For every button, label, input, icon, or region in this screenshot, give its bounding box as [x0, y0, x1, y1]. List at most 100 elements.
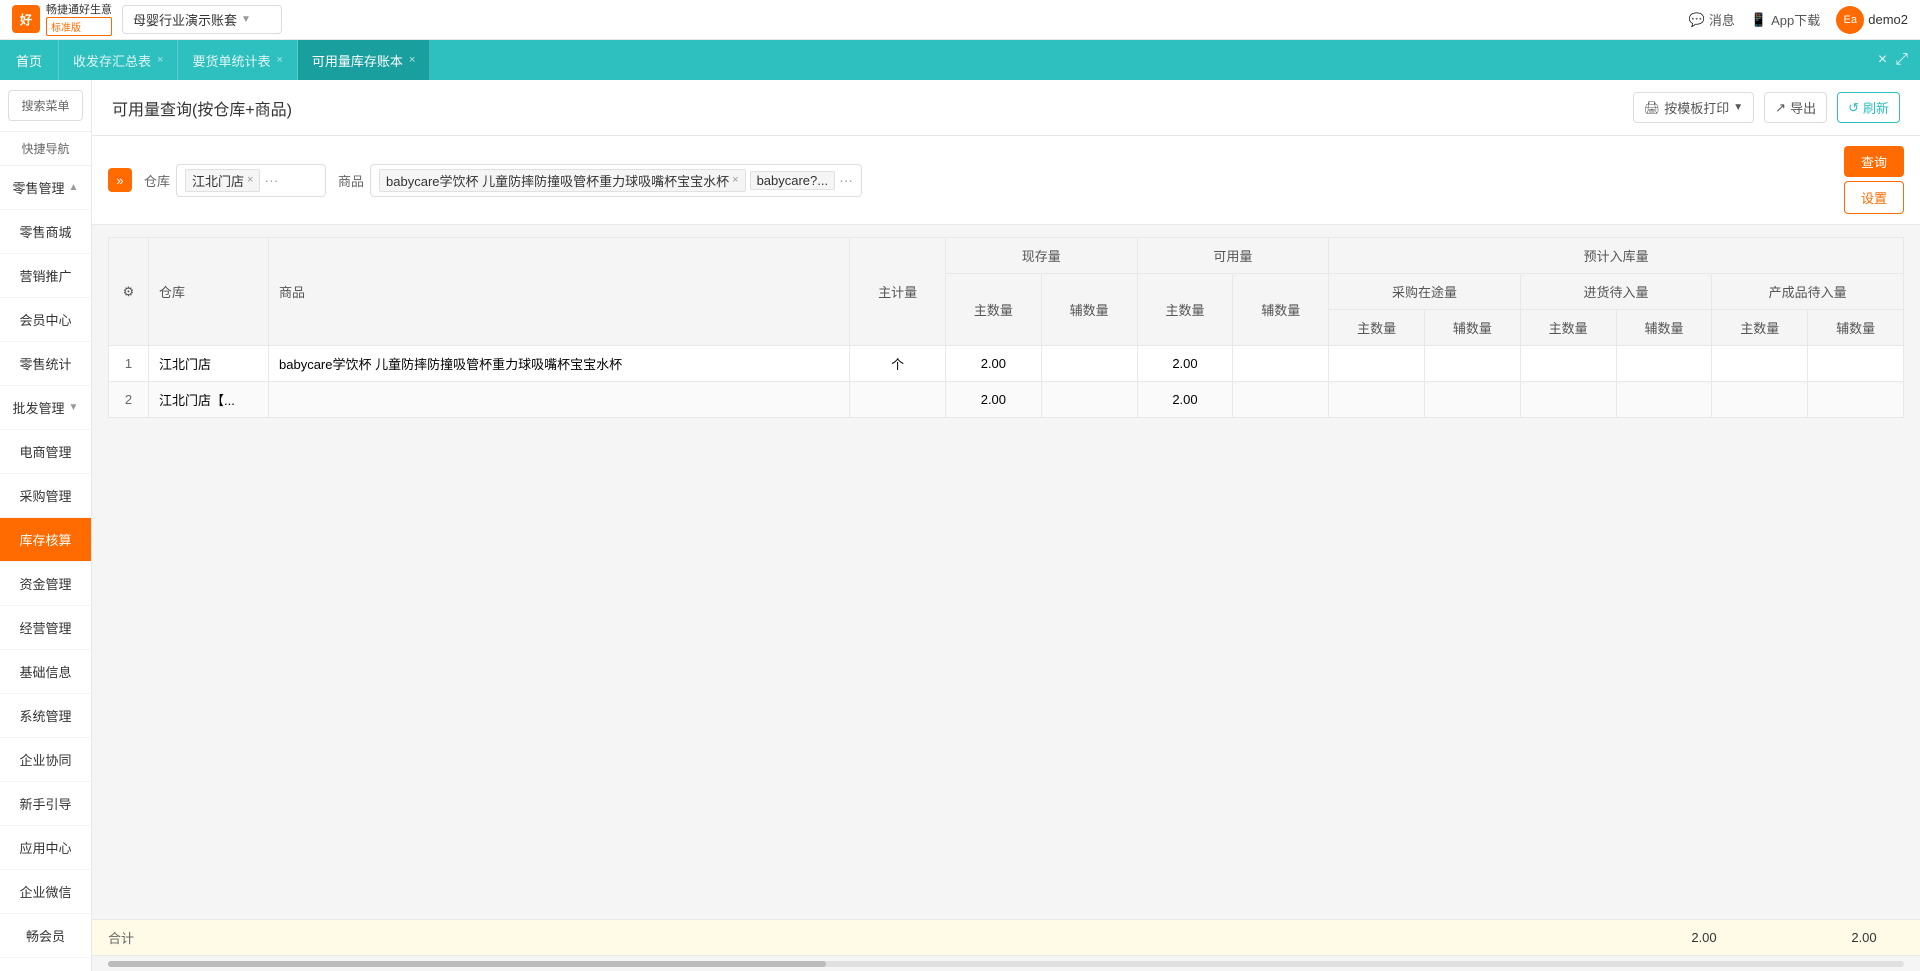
sidebar-item-member-center[interactable]: 会员中心	[0, 298, 91, 342]
sidebar-item-finance[interactable]: 资金管理	[0, 562, 91, 606]
tab-available-inventory[interactable]: 可用量库存账本 ×	[298, 40, 430, 80]
scrollbar-track	[108, 961, 1904, 967]
chevron-down-print-icon: ▼	[1733, 102, 1743, 113]
sidebar-item-newcomer[interactable]: 新手引导	[0, 782, 91, 826]
tabbar: 首页 收发存汇总表 × 要货单统计表 × 可用量库存账本 × × ⤢	[0, 40, 1920, 80]
message-button[interactable]: 💬 消息	[1689, 10, 1735, 29]
filter-expand-button[interactable]: »	[108, 168, 132, 192]
warehouse-filter-value[interactable]: 江北门店 × ···	[176, 164, 326, 197]
row-2-warehouse: 江北门店【...	[149, 382, 269, 418]
row-1-avail-aux	[1233, 346, 1329, 382]
refresh-label: 刷新	[1863, 98, 1889, 117]
row-2-stock-aux	[1041, 382, 1137, 418]
table-settings-col[interactable]: ⚙	[109, 238, 149, 346]
table-warehouse-col: 仓库	[149, 238, 269, 346]
warehouse-tag-close[interactable]: ×	[247, 174, 253, 186]
row-1-incoming-aux	[1616, 346, 1712, 382]
table-production-main-col: 主数量	[1712, 310, 1808, 346]
tab-close-all-button[interactable]: ×	[1878, 51, 1887, 69]
logo-icon: 好	[12, 5, 40, 33]
table-stock-main-col: 主数量	[945, 274, 1041, 346]
sidebar-item-inventory[interactable]: 库存核算	[0, 518, 91, 562]
sidebar-search-area: 搜索菜单	[0, 80, 91, 132]
sidebar-item-retail-mgmt[interactable]: 零售管理 ▲	[0, 166, 91, 210]
page-actions: 🖨 按模板打印 ▼ ↗ 导出 ↺ 刷新	[1633, 92, 1900, 123]
sidebar-item-basics[interactable]: 基础信息	[0, 650, 91, 694]
table-incoming-aux-col: 辅数量	[1616, 310, 1712, 346]
sidebar-item-enterprise-wechat[interactable]: 企业微信	[0, 870, 91, 914]
sidebar-item-marketing-label: 营销推广	[19, 266, 71, 285]
row-1-incoming-main	[1520, 346, 1616, 382]
sidebar-item-system[interactable]: 系统管理	[0, 694, 91, 738]
tab-receivable-close[interactable]: ×	[157, 54, 163, 66]
product-tag-1-close[interactable]: ×	[732, 174, 738, 186]
tab-order-stats-label: 要货单统计表	[192, 51, 270, 70]
row-2-incoming-main	[1520, 382, 1616, 418]
brand-info: 畅捷通好生意 标准版	[46, 3, 112, 36]
sidebar-item-purchase[interactable]: 采购管理	[0, 474, 91, 518]
sidebar-item-retail-stats-label: 零售统计	[19, 354, 71, 373]
page-header: 可用量查询(按仓库+商品) 🖨 按模板打印 ▼ ↗ 导出 ↺ 刷新	[92, 80, 1920, 136]
user-area[interactable]: Ea demo2	[1836, 6, 1908, 34]
export-button[interactable]: ↗ 导出	[1764, 92, 1827, 123]
download-label: App下载	[1771, 10, 1820, 29]
username: demo2	[1868, 12, 1908, 27]
table-purchase-aux-col: 辅数量	[1424, 310, 1520, 346]
table-stock-group: 现存量	[945, 238, 1137, 274]
sidebar-item-retail-mall-label: 零售商城	[19, 222, 71, 241]
sidebar-item-purchase-label: 采购管理	[19, 486, 71, 505]
sidebar-item-operations-label: 经营管理	[19, 618, 71, 637]
tab-home[interactable]: 首页	[0, 40, 59, 80]
row-2-purchase-main	[1329, 382, 1425, 418]
sidebar-item-enterprise[interactable]: 企业协同	[0, 738, 91, 782]
horizontal-scrollbar[interactable]	[92, 955, 1920, 971]
sidebar-item-marketing[interactable]: 营销推广	[0, 254, 91, 298]
table-production-aux-col: 辅数量	[1808, 310, 1904, 346]
quick-nav-button[interactable]: 快捷导航	[0, 132, 91, 166]
warehouse-more-icon[interactable]: ···	[264, 172, 278, 188]
row-1-purchase-main	[1329, 346, 1425, 382]
query-button[interactable]: 查询	[1844, 146, 1904, 177]
product-tag-2: babycare?...	[750, 171, 836, 190]
table-header-row-1: ⚙ 仓库 商品 主计量 现存量	[109, 238, 1904, 274]
settings-button[interactable]: 设置	[1844, 181, 1904, 214]
app-download-button[interactable]: 📱 App下载	[1751, 10, 1820, 29]
tab-receivable[interactable]: 收发存汇总表 ×	[59, 40, 178, 80]
print-icon: 🖨	[1644, 100, 1661, 116]
product-tag-2-text: babycare?...	[757, 173, 829, 188]
sidebar-item-enterprise-label: 企业协同	[19, 750, 71, 769]
data-table: ⚙ 仓库 商品 主计量 现存量	[108, 237, 1904, 418]
refresh-button[interactable]: ↺ 刷新	[1837, 92, 1900, 123]
sidebar-item-ecommerce[interactable]: 电商管理	[0, 430, 91, 474]
sidebar-item-app-center[interactable]: 应用中心	[0, 826, 91, 870]
tab-order-stats[interactable]: 要货单统计表 ×	[178, 40, 297, 80]
tab-available-inventory-label: 可用量库存账本	[312, 51, 403, 70]
sidebar-item-wholesale-mgmt[interactable]: 批发管理 ▼	[0, 386, 91, 430]
product-tag-1-text: babycare学饮杯 儿童防摔防撞吸管杯重力球吸嘴杯宝宝水杯	[386, 171, 729, 190]
tab-maximize-button[interactable]: ⤢	[1895, 51, 1908, 69]
page-title: 可用量查询(按仓库+商品)	[112, 96, 292, 120]
message-icon: 💬	[1689, 12, 1705, 28]
scrollbar-thumb[interactable]	[108, 961, 826, 967]
sidebar-item-retail-mall[interactable]: 零售商城	[0, 210, 91, 254]
search-menu-button[interactable]: 搜索菜单	[8, 90, 83, 121]
sidebar-item-basics-label: 基础信息	[19, 662, 71, 681]
sidebar-item-inventory-label: 库存核算	[19, 530, 71, 549]
sidebar-item-newcomer-label: 新手引导	[19, 794, 71, 813]
print-button[interactable]: 🖨 按模板打印 ▼	[1633, 92, 1754, 123]
sidebar-item-operations[interactable]: 经营管理	[0, 606, 91, 650]
warehouse-filter: 仓库 江北门店 × ···	[144, 164, 326, 197]
row-1-stock-main: 2.00	[945, 346, 1041, 382]
warehouse-tag: 江北门店 ×	[185, 169, 260, 192]
sidebar-item-retail-stats[interactable]: 零售统计	[0, 342, 91, 386]
sidebar-item-vip[interactable]: 畅会员	[0, 914, 91, 958]
edition-badge: 标准版	[46, 17, 112, 36]
industry-selector[interactable]: 母婴行业演示账套 ▼	[122, 5, 282, 34]
sidebar-item-finance-label: 资金管理	[19, 574, 71, 593]
table-purchase-transit-group: 采购在途量	[1329, 274, 1521, 310]
refresh-icon: ↺	[1848, 100, 1859, 116]
tab-available-inventory-close[interactable]: ×	[409, 54, 415, 66]
product-filter-value[interactable]: babycare学饮杯 儿童防摔防撞吸管杯重力球吸嘴杯宝宝水杯 × babyca…	[370, 164, 862, 197]
product-more-icon[interactable]: ···	[839, 172, 853, 188]
tab-order-stats-close[interactable]: ×	[276, 54, 282, 66]
